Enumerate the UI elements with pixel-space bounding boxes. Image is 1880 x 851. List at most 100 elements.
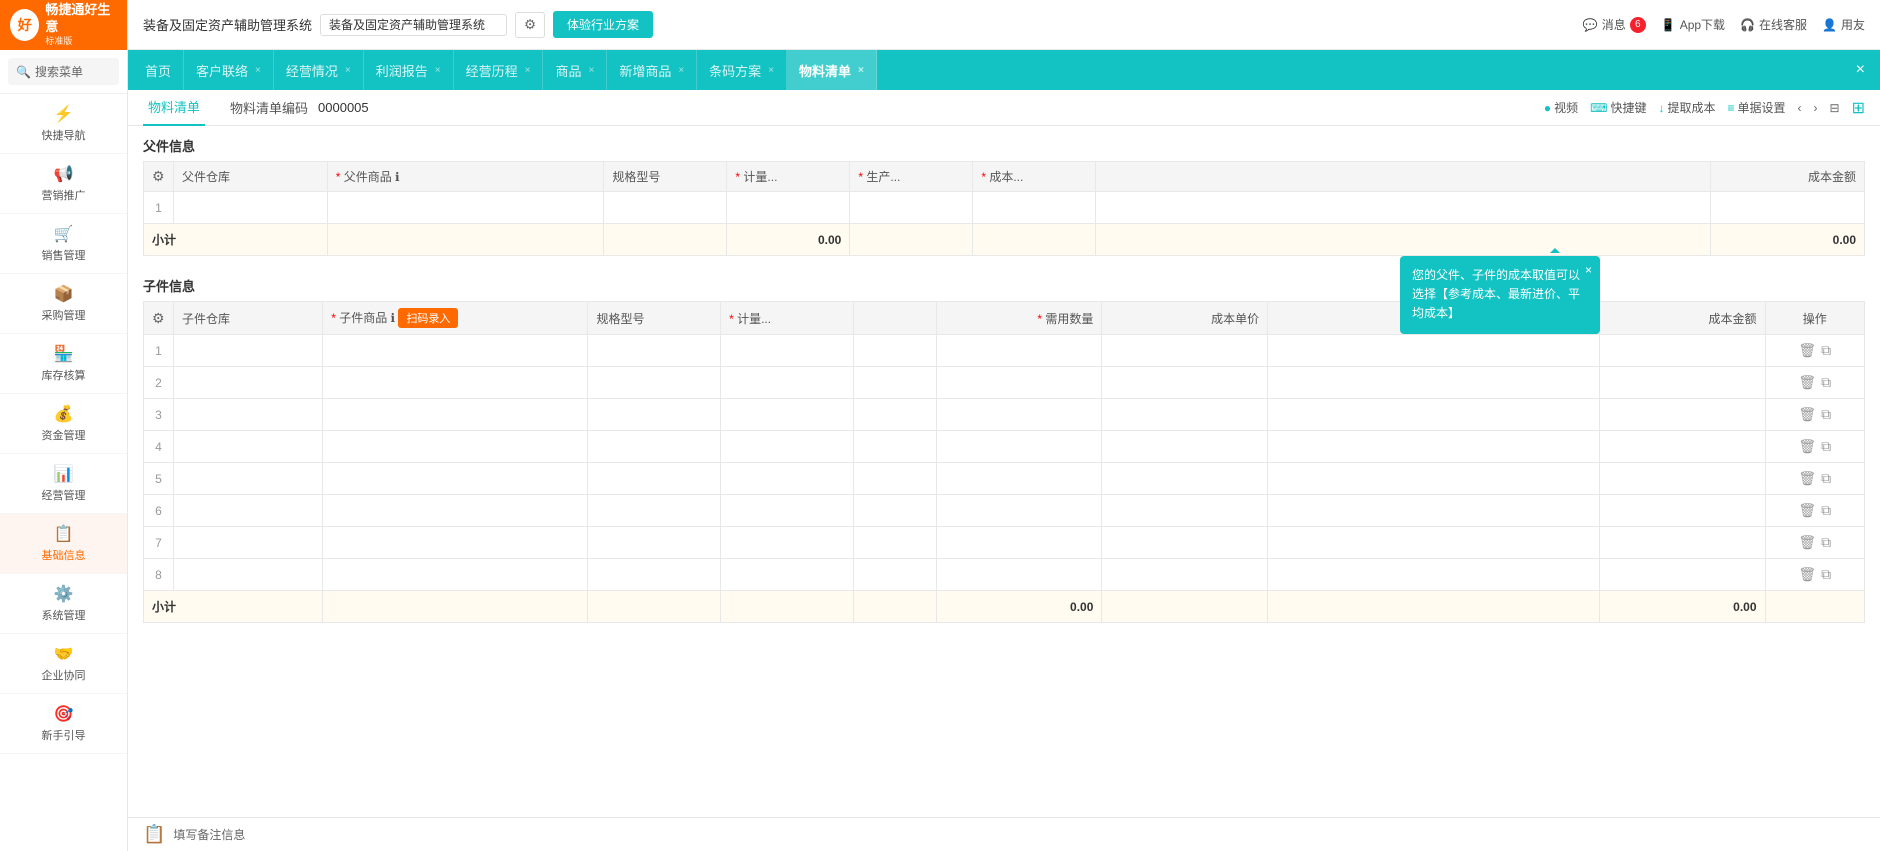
nav-tab-close-5[interactable]: × (588, 65, 594, 76)
child-spec-cell-6[interactable] (588, 527, 721, 559)
child-qty-cell-6[interactable] (936, 527, 1102, 559)
child-qty-cell-7[interactable] (936, 559, 1102, 591)
nav-next-icon[interactable]: › (1814, 101, 1818, 115)
copy-icon-0[interactable]: ⧉ (1821, 342, 1831, 359)
copy-icon-7[interactable]: ⧉ (1821, 566, 1831, 583)
child-warehouse-cell-4[interactable] (174, 463, 323, 495)
child-unitcost-cell-7[interactable] (1102, 559, 1268, 591)
child-unitcost-cell-1[interactable] (1102, 367, 1268, 399)
child-unitcost-cell-2[interactable] (1102, 399, 1268, 431)
delete-icon-0[interactable]: 🗑 (1798, 342, 1816, 359)
child-unitcost-cell-0[interactable] (1102, 335, 1268, 367)
sidebar-item-basic-info[interactable]: 📋基础信息 (0, 514, 127, 574)
sidebar-item-quick-nav[interactable]: ⚡快捷导航 (0, 94, 127, 154)
delete-icon-5[interactable]: 🗑 (1798, 502, 1816, 519)
child-unit-cell-6[interactable] (721, 527, 854, 559)
scan-input-button[interactable]: 扫码录入 (398, 308, 458, 328)
child-amount-cell-2[interactable] (1599, 399, 1765, 431)
action-video[interactable]: ● 视频 (1544, 99, 1578, 116)
parent-product-cell[interactable] (327, 192, 604, 224)
expand-icon[interactable]: ⊞ (1852, 98, 1865, 118)
parent-warehouse-cell[interactable] (174, 192, 328, 224)
child-amount-cell-5[interactable] (1599, 495, 1765, 527)
child-spec-cell-0[interactable] (588, 335, 721, 367)
search-menu-button[interactable]: 🔍 搜索菜单 (8, 58, 119, 85)
nav-tab-8[interactable]: 物料清单× (787, 50, 877, 90)
nav-tab-4[interactable]: 经营历程× (454, 50, 544, 90)
action-extract-cost[interactable]: ↓ 提取成本 (1658, 99, 1715, 116)
sidebar-search[interactable]: 🔍 搜索菜单 (0, 50, 127, 94)
delete-icon-3[interactable]: 🗑 (1798, 438, 1816, 455)
sidebar-item-system[interactable]: ⚙️系统管理 (0, 574, 127, 634)
user-item[interactable]: 👤 用友 (1822, 16, 1865, 33)
copy-icon-1[interactable]: ⧉ (1821, 374, 1831, 391)
child-unit-cell-4[interactable] (721, 463, 854, 495)
child-qty-cell-5[interactable] (936, 495, 1102, 527)
copy-icon-5[interactable]: ⧉ (1821, 502, 1831, 519)
parent-cost-cell[interactable] (973, 192, 1096, 224)
tab-bill-code[interactable]: 物料清单编码 0000005 (225, 90, 374, 126)
delete-icon-6[interactable]: 🗑 (1798, 534, 1816, 551)
child-amount-cell-3[interactable] (1599, 431, 1765, 463)
child-warehouse-cell-2[interactable] (174, 399, 323, 431)
child-spec-cell-4[interactable] (588, 463, 721, 495)
grid-icon[interactable]: ⊟ (1830, 101, 1840, 115)
nav-tab-3[interactable]: 利润报告× (364, 50, 454, 90)
nav-tab-close-3[interactable]: × (435, 65, 441, 76)
child-spec-cell-3[interactable] (588, 431, 721, 463)
nav-tab-5[interactable]: 商品× (543, 50, 607, 90)
sidebar-item-sales[interactable]: 🛒销售管理 (0, 214, 127, 274)
child-qty-cell-2[interactable] (936, 399, 1102, 431)
sidebar-item-operation[interactable]: 📊经营管理 (0, 454, 127, 514)
nav-prev-icon[interactable]: ‹ (1798, 101, 1802, 115)
nav-tab-close-8[interactable]: × (858, 65, 864, 76)
tooltip-close-button[interactable]: × (1585, 261, 1592, 280)
child-unit-cell-1[interactable] (721, 367, 854, 399)
delete-icon-1[interactable]: 🗑 (1798, 374, 1816, 391)
child-warehouse-cell-5[interactable] (174, 495, 323, 527)
child-product-cell-5[interactable] (323, 495, 588, 527)
nav-tab-1[interactable]: 客户联络× (184, 50, 274, 90)
child-col-settings[interactable]: ⚙ (144, 302, 174, 335)
child-product-cell-1[interactable] (323, 367, 588, 399)
child-product-cell-2[interactable] (323, 399, 588, 431)
copy-icon-3[interactable]: ⧉ (1821, 438, 1831, 455)
child-warehouse-cell-7[interactable] (174, 559, 323, 591)
trial-button[interactable]: 体验行业方案 (553, 11, 653, 38)
nav-tab-0[interactable]: 首页 (133, 50, 184, 90)
child-warehouse-cell-3[interactable] (174, 431, 323, 463)
copy-icon-2[interactable]: ⧉ (1821, 406, 1831, 423)
child-product-cell-6[interactable] (323, 527, 588, 559)
child-unit-cell-7[interactable] (721, 559, 854, 591)
system-select[interactable]: 装备及固定资产辅助管理系统 (320, 14, 507, 36)
copy-icon-4[interactable]: ⧉ (1821, 470, 1831, 487)
nav-tab-close-4[interactable]: × (525, 65, 531, 76)
child-product-cell-7[interactable] (323, 559, 588, 591)
sidebar-item-marketing[interactable]: 📢营销推广 (0, 154, 127, 214)
child-amount-cell-6[interactable] (1599, 527, 1765, 559)
child-amount-cell-4[interactable] (1599, 463, 1765, 495)
child-product-cell-0[interactable] (323, 335, 588, 367)
nav-tab-close-1[interactable]: × (255, 65, 261, 76)
child-warehouse-cell-6[interactable] (174, 527, 323, 559)
nav-tab-7[interactable]: 条码方案× (697, 50, 787, 90)
child-unit-cell-3[interactable] (721, 431, 854, 463)
child-qty-cell-3[interactable] (936, 431, 1102, 463)
child-product-cell-4[interactable] (323, 463, 588, 495)
child-spec-cell-7[interactable] (588, 559, 721, 591)
parent-unit-cell[interactable] (727, 192, 850, 224)
child-unit-cell-2[interactable] (721, 399, 854, 431)
delete-icon-7[interactable]: 🗑 (1798, 566, 1816, 583)
action-shortcut[interactable]: ⌨ 快捷键 (1590, 99, 1646, 116)
settings-button[interactable]: ⚙ (515, 12, 545, 38)
sidebar-item-purchase[interactable]: 📦采购管理 (0, 274, 127, 334)
parent-production-cell[interactable] (850, 192, 973, 224)
child-unitcost-cell-5[interactable] (1102, 495, 1268, 527)
child-amount-cell-7[interactable] (1599, 559, 1765, 591)
child-qty-cell-0[interactable] (936, 335, 1102, 367)
sidebar-item-enterprise[interactable]: 🤝企业协同 (0, 634, 127, 694)
child-spec-cell-5[interactable] (588, 495, 721, 527)
sidebar-item-inventory[interactable]: 🏪库存核算 (0, 334, 127, 394)
child-product-cell-3[interactable] (323, 431, 588, 463)
sidebar-item-guide[interactable]: 🎯新手引导 (0, 694, 127, 754)
